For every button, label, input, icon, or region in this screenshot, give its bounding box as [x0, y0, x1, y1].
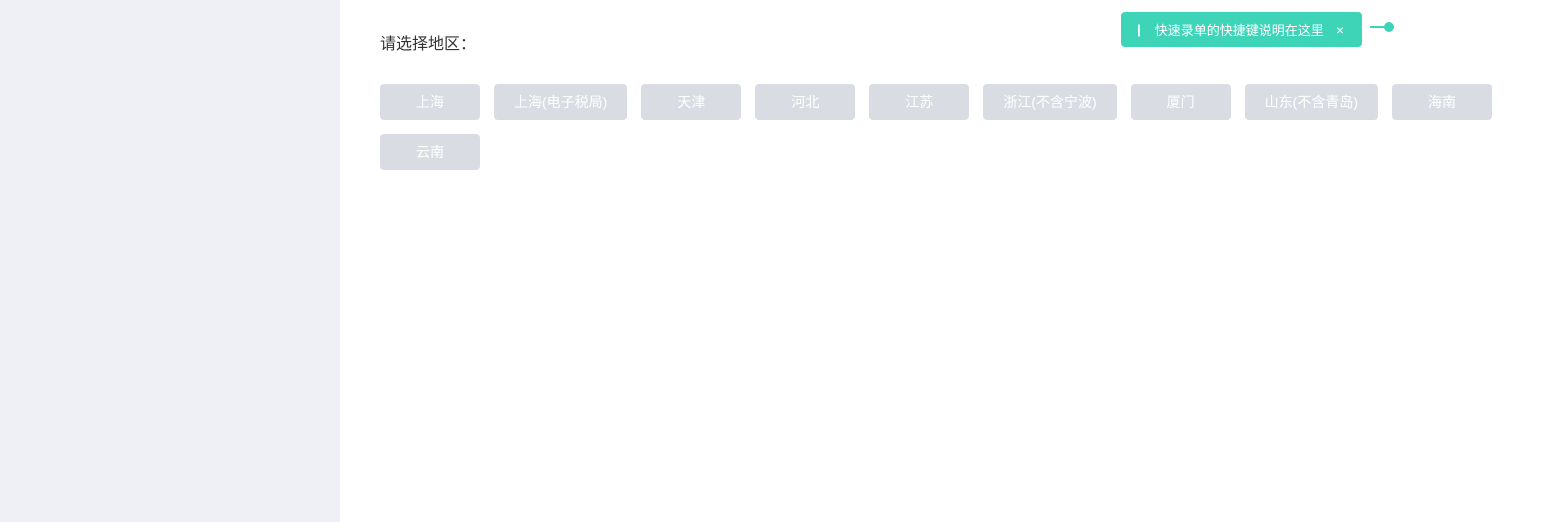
region-button-shanghai-etax[interactable]: 上海(电子税局) [494, 84, 627, 120]
region-button-shanghai[interactable]: 上海 [380, 84, 480, 120]
region-button-zhejiang[interactable]: 浙江(不含宁波) [983, 84, 1116, 120]
region-button-xiamen[interactable]: 厦门 [1131, 84, 1231, 120]
tooltip-close-button[interactable]: × [1334, 22, 1346, 38]
tooltip-text: 快速录单的快捷键说明在这里 [1155, 20, 1324, 39]
left-sidebar [0, 0, 340, 522]
region-button-shandong[interactable]: 山东(不含青岛) [1245, 84, 1378, 120]
tooltip-banner: 快速录单的快捷键说明在这里 × [1121, 12, 1362, 47]
region-buttons-container: 上海上海(电子税局) 天津河北江苏浙江(不含宁波) 厦门山东(不含青岛) 海南云南 [380, 84, 1522, 170]
region-button-jiangsu[interactable]: 江苏 [869, 84, 969, 120]
region-button-hebei[interactable]: 河北 [755, 84, 855, 120]
region-button-tianjin[interactable]: 天津 [641, 84, 741, 120]
tooltip-connector-dot [1384, 22, 1394, 32]
main-content: 请选择地区： 上海上海(电子税局)天津河北江苏浙江(不含宁波)厦门山东(不含青岛… [340, 0, 1562, 522]
region-button-yunnan[interactable]: 云南 [380, 134, 480, 170]
region-button-hainan[interactable]: 海南 [1392, 84, 1492, 120]
